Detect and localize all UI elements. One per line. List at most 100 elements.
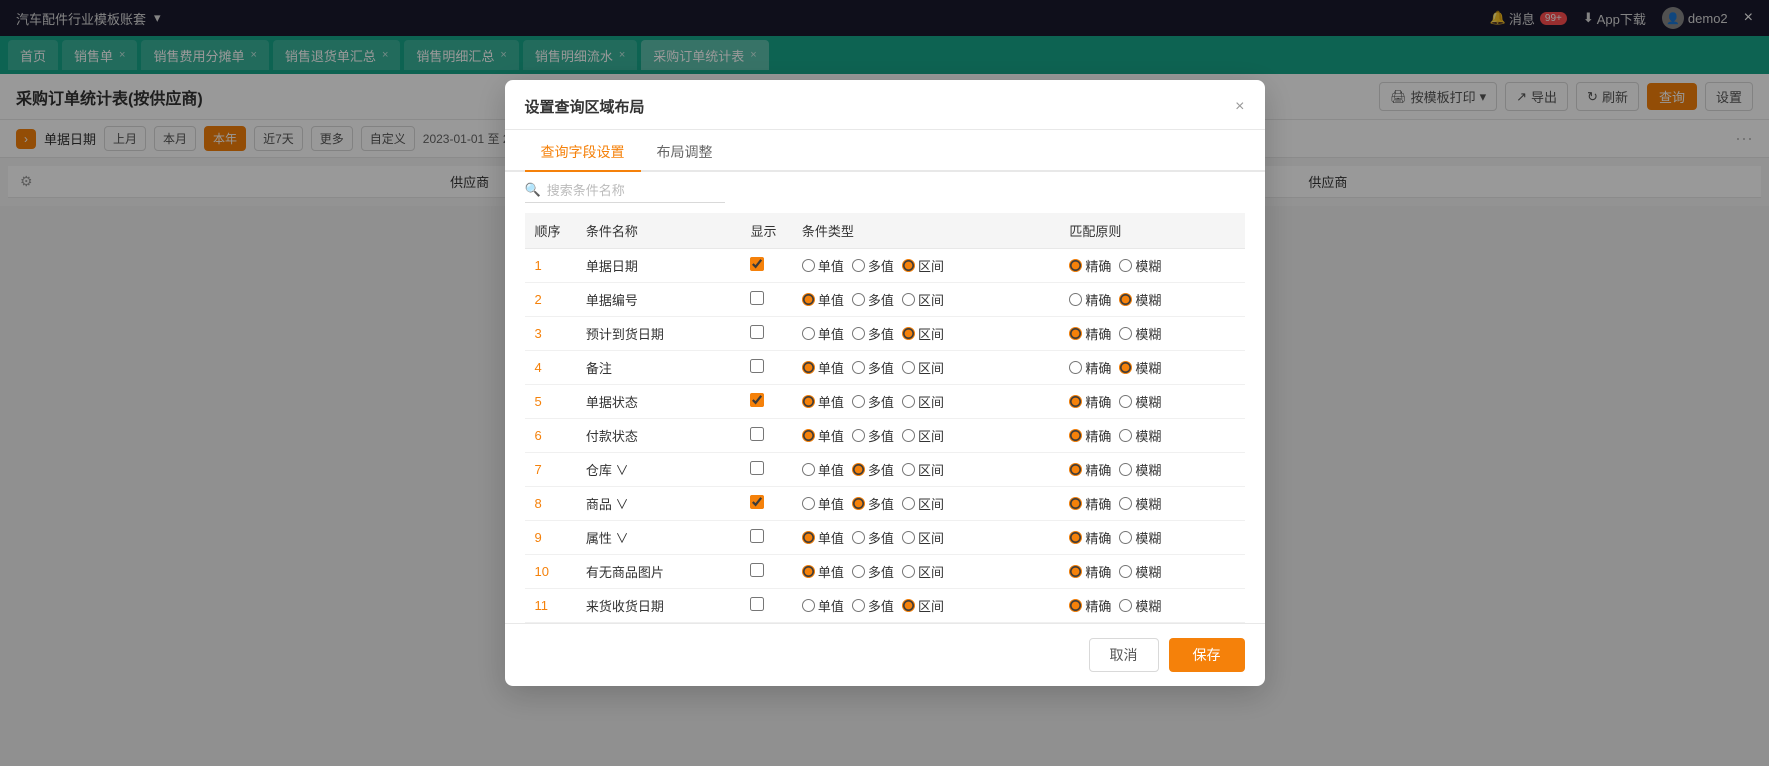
type-radio-多值[interactable]: 多值 xyxy=(852,426,894,445)
type-radio-区间[interactable]: 区间 xyxy=(902,256,944,275)
type-radio-区间[interactable]: 区间 xyxy=(902,460,944,479)
display-cell xyxy=(740,283,791,317)
display-checkbox[interactable] xyxy=(750,597,764,611)
match-cell: 精确模糊 xyxy=(1059,249,1244,283)
order-number: 10 xyxy=(535,564,549,579)
type-radio-单值[interactable]: 单值 xyxy=(802,256,844,275)
type-cell: 单值多值区间 xyxy=(792,521,1059,555)
conditions-table: 顺序 条件名称 显示 条件类型 匹配原则 1单据日期单值多值区间精确模糊2单据编… xyxy=(525,213,1245,623)
type-radio-单值[interactable]: 单值 xyxy=(802,460,844,479)
type-radio-多值[interactable]: 多值 xyxy=(852,324,894,343)
match-radio-模糊[interactable]: 模糊 xyxy=(1119,324,1161,343)
display-checkbox[interactable] xyxy=(750,495,764,509)
type-radio-单值[interactable]: 单值 xyxy=(802,528,844,547)
dialog-header: 设置查询区域布局 × xyxy=(505,80,1265,130)
match-cell: 精确模糊 xyxy=(1059,283,1244,317)
match-radio-精确[interactable]: 精确 xyxy=(1069,460,1111,479)
match-radio-精确[interactable]: 精确 xyxy=(1069,426,1111,445)
dialog-tab-layout[interactable]: 布局调整 xyxy=(641,134,729,172)
dialog-tabs: 查询字段设置 布局调整 xyxy=(505,134,1265,172)
type-radio-多值[interactable]: 多值 xyxy=(852,596,894,615)
type-radio-多值[interactable]: 多值 xyxy=(852,392,894,411)
type-cell: 单值多值区间 xyxy=(792,555,1059,589)
match-radio-精确[interactable]: 精确 xyxy=(1069,256,1111,275)
display-cell xyxy=(740,487,791,521)
search-box: 🔍 xyxy=(525,182,725,203)
type-radio-区间[interactable]: 区间 xyxy=(902,358,944,377)
table-row: 7仓库 ∨单值多值区间精确模糊 xyxy=(525,453,1245,487)
match-radio-模糊[interactable]: 模糊 xyxy=(1119,358,1161,377)
type-radio-单值[interactable]: 单值 xyxy=(802,596,844,615)
type-radio-单值[interactable]: 单值 xyxy=(802,324,844,343)
type-radio-多值[interactable]: 多值 xyxy=(852,256,894,275)
match-radio-模糊[interactable]: 模糊 xyxy=(1119,528,1161,547)
display-checkbox[interactable] xyxy=(750,325,764,339)
type-radio-单值[interactable]: 单值 xyxy=(802,562,844,581)
display-checkbox[interactable] xyxy=(750,427,764,441)
type-radio-单值[interactable]: 单值 xyxy=(802,290,844,309)
th-order: 顺序 xyxy=(525,213,576,249)
order-number: 3 xyxy=(535,326,542,341)
display-checkbox[interactable] xyxy=(750,359,764,373)
match-radio-模糊[interactable]: 模糊 xyxy=(1119,256,1161,275)
cancel-btn[interactable]: 取消 xyxy=(1089,638,1159,672)
condition-name: 商品 ∨ xyxy=(576,487,741,521)
display-checkbox[interactable] xyxy=(750,461,764,475)
display-checkbox[interactable] xyxy=(750,529,764,543)
match-radio-模糊[interactable]: 模糊 xyxy=(1119,426,1161,445)
display-checkbox[interactable] xyxy=(750,393,764,407)
match-radio-模糊[interactable]: 模糊 xyxy=(1119,392,1161,411)
type-radio-单值[interactable]: 单值 xyxy=(802,426,844,445)
match-radio-精确[interactable]: 精确 xyxy=(1069,358,1111,377)
type-radio-多值[interactable]: 多值 xyxy=(852,460,894,479)
type-radio-单值[interactable]: 单值 xyxy=(802,494,844,513)
match-radio-模糊[interactable]: 模糊 xyxy=(1119,596,1161,615)
type-radio-多值[interactable]: 多值 xyxy=(852,562,894,581)
type-radio-区间[interactable]: 区间 xyxy=(902,562,944,581)
th-type: 条件类型 xyxy=(792,213,1059,249)
dialog-tab-fields[interactable]: 查询字段设置 xyxy=(525,134,641,172)
type-radio-区间[interactable]: 区间 xyxy=(902,392,944,411)
display-cell xyxy=(740,385,791,419)
save-btn[interactable]: 保存 xyxy=(1169,638,1245,672)
type-radio-区间[interactable]: 区间 xyxy=(902,596,944,615)
condition-name: 来货收货日期 xyxy=(576,589,741,623)
dialog-close-btn[interactable]: × xyxy=(1235,98,1244,116)
type-radio-区间[interactable]: 区间 xyxy=(902,290,944,309)
type-radio-区间[interactable]: 区间 xyxy=(902,528,944,547)
match-radio-精确[interactable]: 精确 xyxy=(1069,290,1111,309)
match-radio-模糊[interactable]: 模糊 xyxy=(1119,460,1161,479)
match-radio-模糊[interactable]: 模糊 xyxy=(1119,290,1161,309)
type-radio-区间[interactable]: 区间 xyxy=(902,324,944,343)
order-number: 2 xyxy=(535,292,542,307)
type-radio-多值[interactable]: 多值 xyxy=(852,358,894,377)
display-cell xyxy=(740,521,791,555)
table-row: 1单据日期单值多值区间精确模糊 xyxy=(525,249,1245,283)
match-radio-精确[interactable]: 精确 xyxy=(1069,392,1111,411)
display-checkbox[interactable] xyxy=(750,257,764,271)
match-radio-模糊[interactable]: 模糊 xyxy=(1119,562,1161,581)
type-cell: 单值多值区间 xyxy=(792,283,1059,317)
search-input[interactable] xyxy=(547,183,707,198)
match-radio-精确[interactable]: 精确 xyxy=(1069,494,1111,513)
display-checkbox[interactable] xyxy=(750,563,764,577)
match-radio-精确[interactable]: 精确 xyxy=(1069,562,1111,581)
type-cell: 单值多值区间 xyxy=(792,317,1059,351)
type-radio-多值[interactable]: 多值 xyxy=(852,290,894,309)
type-radio-多值[interactable]: 多值 xyxy=(852,528,894,547)
type-radio-区间[interactable]: 区间 xyxy=(902,426,944,445)
type-radio-单值[interactable]: 单值 xyxy=(802,358,844,377)
condition-name: 单据编号 xyxy=(576,283,741,317)
table-row: 3预计到货日期单值多值区间精确模糊 xyxy=(525,317,1245,351)
match-radio-精确[interactable]: 精确 xyxy=(1069,528,1111,547)
match-radio-精确[interactable]: 精确 xyxy=(1069,324,1111,343)
match-radio-精确[interactable]: 精确 xyxy=(1069,596,1111,615)
display-cell xyxy=(740,351,791,385)
match-radio-模糊[interactable]: 模糊 xyxy=(1119,494,1161,513)
type-radio-单值[interactable]: 单值 xyxy=(802,392,844,411)
match-cell: 精确模糊 xyxy=(1059,589,1244,623)
display-checkbox[interactable] xyxy=(750,291,764,305)
type-radio-多值[interactable]: 多值 xyxy=(852,494,894,513)
type-radio-区间[interactable]: 区间 xyxy=(902,494,944,513)
order-number: 11 xyxy=(535,598,549,613)
